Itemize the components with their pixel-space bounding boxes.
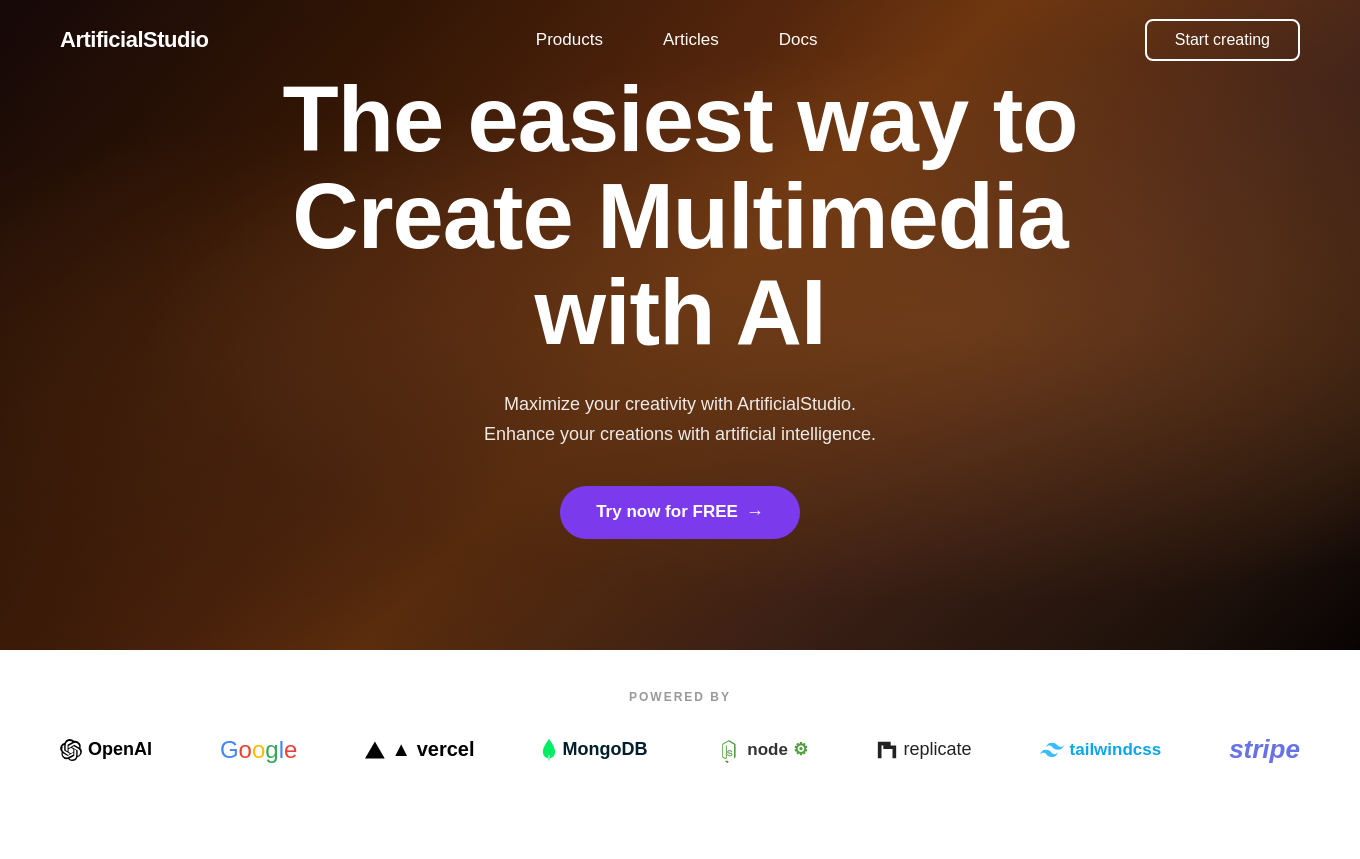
- nodejs-icon: [715, 737, 741, 763]
- stripe-label: stripe: [1229, 734, 1300, 765]
- mongodb-logo: MongoDB: [542, 739, 647, 761]
- logos-row: OpenAI Google ▲ vercel MongoDB: [60, 734, 1300, 765]
- nav-products[interactable]: Products: [536, 30, 603, 49]
- tailwind-icon: [1040, 742, 1064, 758]
- arrow-icon: →: [746, 502, 764, 523]
- start-creating-button[interactable]: Start creating: [1145, 19, 1300, 61]
- google-label: Google: [220, 736, 297, 764]
- openai-label: OpenAI: [88, 739, 152, 760]
- replicate-label: replicate: [904, 739, 972, 760]
- vercel-label: ▲ vercel: [391, 738, 474, 761]
- hero-subtitle: Maximize your creativity with Artificial…: [283, 389, 1078, 450]
- replicate-logo: replicate: [876, 739, 972, 761]
- hero-cta-button[interactable]: Try now for FREE →: [560, 486, 800, 539]
- replicate-icon: [876, 739, 898, 761]
- vercel-logo: ▲ vercel: [365, 738, 474, 761]
- nodejs-label: node ⚙: [747, 739, 807, 760]
- hero-content: The easiest way to Create Multimedia wit…: [243, 71, 1118, 539]
- vercel-icon: [365, 740, 385, 760]
- tailwind-logo: tailwindcss: [1040, 740, 1162, 760]
- hero-title: The easiest way to Create Multimedia wit…: [283, 71, 1078, 361]
- navbar: ArtificialStudio Products Articles Docs …: [0, 0, 1360, 80]
- nav-docs[interactable]: Docs: [779, 30, 818, 49]
- powered-label: POWERED BY: [60, 690, 1300, 704]
- mongodb-label: MongoDB: [562, 739, 647, 760]
- tailwind-label: tailwindcss: [1070, 740, 1162, 760]
- nav-articles[interactable]: Articles: [663, 30, 719, 49]
- brand-logo[interactable]: ArtificialStudio: [60, 27, 208, 53]
- mongodb-icon: [542, 739, 556, 761]
- nav-links: Products Articles Docs: [536, 30, 818, 50]
- openai-icon: [60, 739, 82, 761]
- stripe-logo: stripe: [1229, 734, 1300, 765]
- powered-by-section: POWERED BY OpenAI Google ▲ vercel: [0, 650, 1360, 815]
- openai-logo: OpenAI: [60, 739, 152, 761]
- hero-section: The easiest way to Create Multimedia wit…: [0, 0, 1360, 650]
- nodejs-logo: node ⚙: [715, 737, 807, 763]
- google-logo: Google: [220, 736, 297, 764]
